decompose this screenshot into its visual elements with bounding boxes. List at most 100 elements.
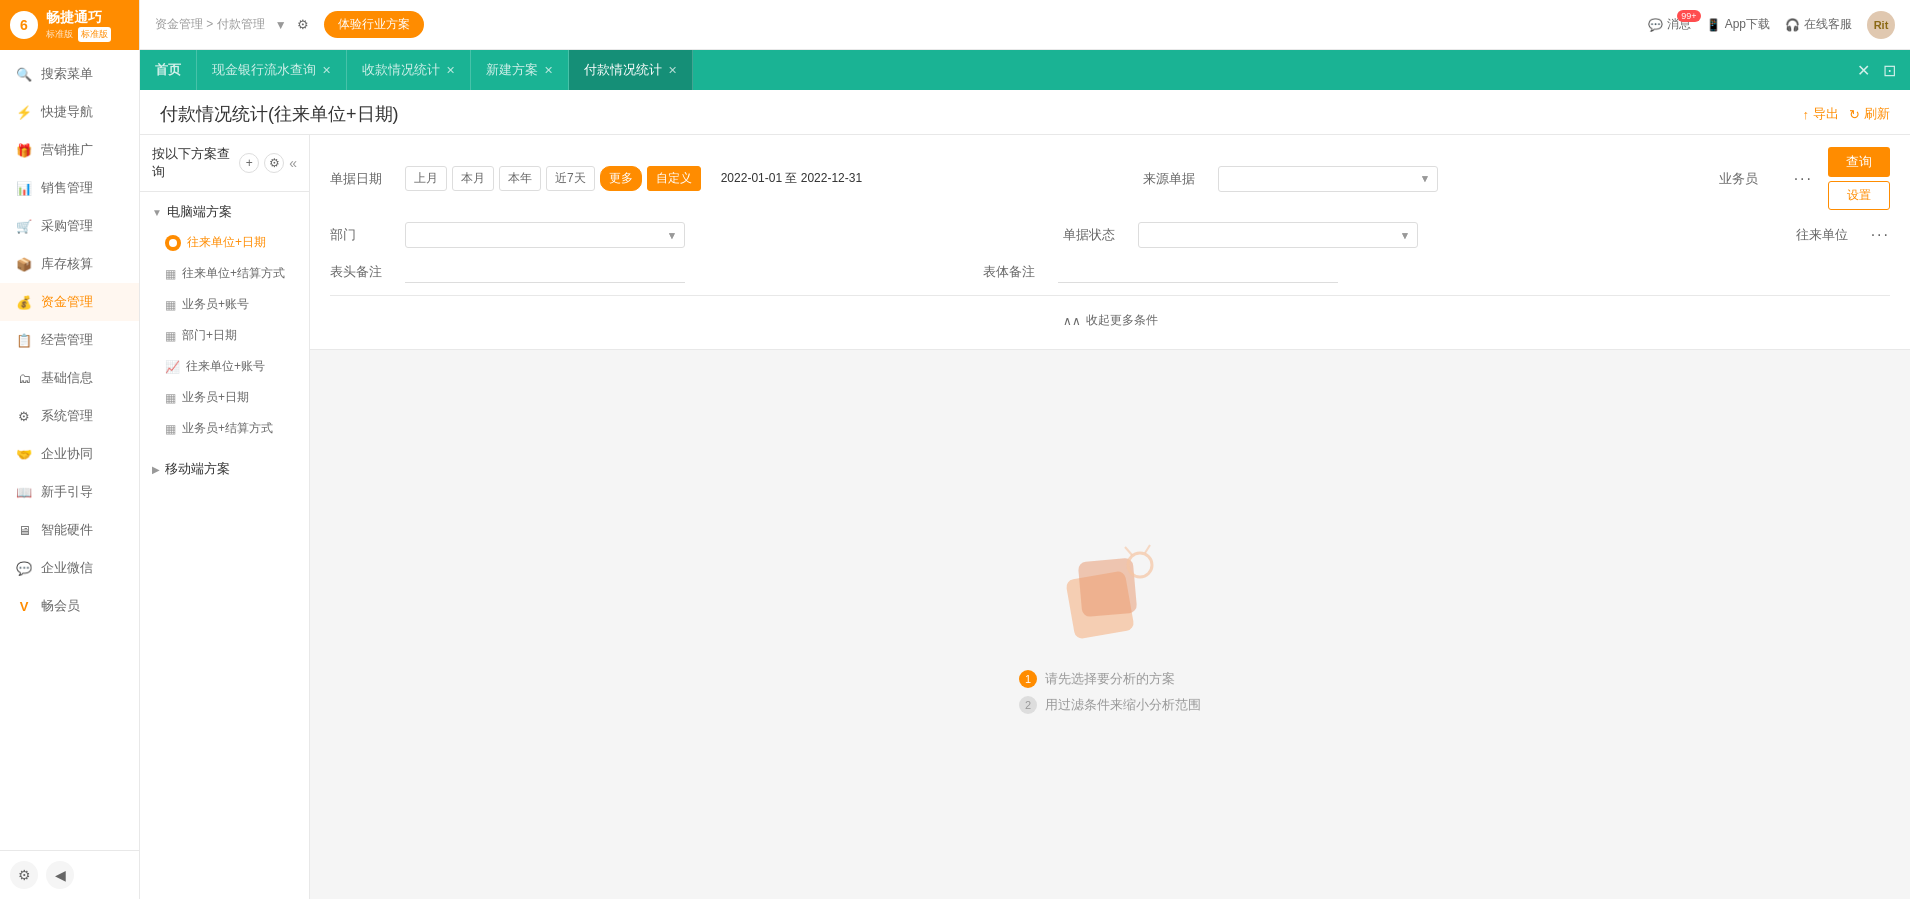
sidebar-menu: 🔍 搜索菜单 ⚡ 快捷导航 🎁 营销推广 📊 销售管理 🛒 采购管理 📦 库存核… — [0, 50, 139, 850]
sidebar-item-purchase[interactable]: 🛒 采购管理 — [0, 207, 139, 245]
scheme-item-partner-date[interactable]: 往来单位+日期 — [140, 227, 309, 258]
page-actions: ↑ 导出 ↻ 刷新 — [1803, 105, 1891, 123]
sidebar-item-vip[interactable]: V 畅会员 — [0, 587, 139, 625]
scheme-table-icon-6: ▦ — [165, 422, 176, 436]
doc-status-select[interactable] — [1138, 222, 1418, 248]
source-select-wrap: ▼ — [1218, 166, 1438, 192]
date-range-display: 2022-01-01 至 2022-12-31 — [721, 170, 862, 187]
tab-newscheme-close[interactable]: ✕ — [544, 64, 553, 77]
topbar-settings-icon[interactable]: ⚙ — [297, 17, 309, 32]
sidebar-item-basic[interactable]: 🗂 基础信息 — [0, 359, 139, 397]
sidebar-item-finance[interactable]: 💰 资金管理 — [0, 283, 139, 321]
sidebar-item-quicknav[interactable]: ⚡ 快捷导航 — [0, 93, 139, 131]
sidebar-label-inventory: 库存核算 — [41, 255, 93, 273]
desktop-group-label: 电脑端方案 — [167, 203, 232, 221]
empty-state: 1 请先选择要分析的方案 2 用过滤条件来缩小分析范围 — [310, 350, 1910, 899]
partner-dots[interactable]: ··· — [1871, 226, 1890, 244]
desktop-group-title[interactable]: ▼ 电脑端方案 — [140, 197, 309, 227]
tab-payable-close[interactable]: ✕ — [668, 64, 677, 77]
hardware-icon: 🖥 — [15, 521, 33, 539]
window-close-btn[interactable]: ✕ — [1853, 57, 1874, 84]
app-download-btn[interactable]: 📱 App下载 — [1706, 16, 1770, 33]
sidebar-item-search[interactable]: 🔍 搜索菜单 — [0, 55, 139, 93]
scheme-table-icon-2: ▦ — [165, 298, 176, 312]
sidebar-item-hardware[interactable]: 🖥 智能硬件 — [0, 511, 139, 549]
sidebar-settings-btn[interactable]: ⚙ — [10, 861, 38, 889]
scheme-item-dept-date[interactable]: ▦ 部门+日期 — [140, 320, 309, 351]
layout-body: 按以下方案查询 + ⚙ « ▼ 电脑端方案 — [140, 135, 1910, 899]
collapse-more-btn[interactable]: ∧∧ 收起更多条件 — [1055, 304, 1166, 337]
nav-tabs: 首页 现金银行流水查询 ✕ 收款情况统计 ✕ 新建方案 ✕ 付款情况统计 ✕ ✕… — [140, 50, 1910, 90]
filter-settings-btn[interactable]: 设置 — [1828, 181, 1890, 210]
sidebar-item-inventory[interactable]: 📦 库存核算 — [0, 245, 139, 283]
sidebar-item-marketing[interactable]: 🎁 营销推广 — [0, 131, 139, 169]
agent-dots[interactable]: ··· — [1794, 170, 1813, 188]
scheme-item-agent-account[interactable]: ▦ 业务员+账号 — [140, 289, 309, 320]
sidebar-item-sales[interactable]: 📊 销售管理 — [0, 169, 139, 207]
avatar[interactable]: Rit — [1867, 11, 1895, 39]
message-icon: 💬 — [1648, 18, 1663, 32]
sidebar-item-weixin[interactable]: 💬 企业微信 — [0, 549, 139, 587]
tab-receivable-close[interactable]: ✕ — [446, 64, 455, 77]
window-expand-btn[interactable]: ⊡ — [1879, 57, 1900, 84]
sidebar-collapse-btn[interactable]: ◀ — [46, 861, 74, 889]
cooperation-icon: 🤝 — [15, 445, 33, 463]
finance-icon: 💰 — [15, 293, 33, 311]
sidebar-item-guide[interactable]: 📖 新手引导 — [0, 473, 139, 511]
tab-newscheme[interactable]: 新建方案 ✕ — [471, 50, 569, 90]
tab-cashflow-close[interactable]: ✕ — [322, 64, 331, 77]
logo-title: 畅捷通巧 — [46, 9, 111, 27]
scheme-label-partner-date: 往来单位+日期 — [187, 234, 266, 251]
scheme-label-partner-settle: 往来单位+结算方式 — [182, 265, 285, 282]
try-btn[interactable]: 体验行业方案 — [324, 11, 424, 38]
mobile-group-title[interactable]: ▶ 移动端方案 — [140, 454, 309, 484]
scheme-collapse-btn[interactable]: « — [289, 155, 297, 171]
hint-num-1: 1 — [1019, 670, 1037, 688]
scheme-settings-btn[interactable]: ⚙ — [264, 153, 284, 173]
message-btn[interactable]: 💬 消息 99+ — [1648, 16, 1691, 33]
refresh-btn[interactable]: ↻ 刷新 — [1849, 105, 1890, 123]
sidebar-label-finance: 资金管理 — [41, 293, 93, 311]
scheme-table-icon-1: ▦ — [165, 267, 176, 281]
inventory-icon: 📦 — [15, 255, 33, 273]
date-btn-last-month[interactable]: 上月 — [405, 166, 447, 191]
service-btn[interactable]: 🎧 在线客服 — [1785, 16, 1852, 33]
query-btn[interactable]: 查询 — [1828, 147, 1890, 177]
scheme-item-agent-date[interactable]: ▦ 业务员+日期 — [140, 382, 309, 413]
export-btn[interactable]: ↑ 导出 — [1803, 105, 1840, 123]
scheme-panel-actions: + ⚙ « — [239, 153, 297, 173]
date-btn-this-year[interactable]: 本年 — [499, 166, 541, 191]
scheme-item-partner-settle[interactable]: ▦ 往来单位+结算方式 — [140, 258, 309, 289]
body-remark-input[interactable] — [1058, 260, 1338, 283]
tab-home-label: 首页 — [155, 61, 181, 79]
scheme-item-partner-account[interactable]: 📈 往来单位+账号 — [140, 351, 309, 382]
refresh-icon: ↻ — [1849, 107, 1860, 122]
sidebar-bottom: ⚙ ◀ — [0, 850, 139, 899]
scheme-label-dept-date: 部门+日期 — [182, 327, 237, 344]
tab-payable[interactable]: 付款情况统计 ✕ — [569, 50, 693, 90]
tab-cashflow[interactable]: 现金银行流水查询 ✕ — [197, 50, 347, 90]
main-area: 资金管理 > 付款管理 ▼ ⚙ 体验行业方案 💬 消息 99+ 📱 App下载 … — [140, 0, 1910, 899]
tab-home[interactable]: 首页 — [140, 50, 197, 90]
date-btn-more[interactable]: 更多 — [600, 166, 642, 191]
topbar-left: 资金管理 > 付款管理 ▼ ⚙ — [155, 16, 309, 33]
date-btn-this-month[interactable]: 本月 — [452, 166, 494, 191]
sidebar-item-system[interactable]: ⚙ 系统管理 — [0, 397, 139, 435]
app-icon: 📱 — [1706, 18, 1721, 32]
dept-select[interactable] — [405, 222, 685, 248]
empty-hint-2: 2 用过滤条件来缩小分析范围 — [1019, 696, 1201, 714]
scheme-add-btn[interactable]: + — [239, 153, 259, 173]
sidebar-item-cooperation[interactable]: 🤝 企业协同 — [0, 435, 139, 473]
main-content-area: 单据日期 上月 本月 本年 近7天 更多 自定义 2022-01-01 至 20… — [310, 135, 1910, 899]
sidebar-item-operations[interactable]: 📋 经营管理 — [0, 321, 139, 359]
source-select[interactable] — [1218, 166, 1438, 192]
scheme-item-agent-settle[interactable]: ▦ 业务员+结算方式 — [140, 413, 309, 444]
date-btn-custom[interactable]: 自定义 — [647, 166, 701, 191]
vip-icon: V — [15, 597, 33, 615]
date-btn-7days[interactable]: 近7天 — [546, 166, 595, 191]
partner-filter-label: 往来单位 — [1796, 226, 1856, 244]
app-label: App下载 — [1725, 16, 1770, 33]
basic-icon: 🗂 — [15, 369, 33, 387]
tab-receivable[interactable]: 收款情况统计 ✕ — [347, 50, 471, 90]
header-remark-input[interactable] — [405, 260, 685, 283]
